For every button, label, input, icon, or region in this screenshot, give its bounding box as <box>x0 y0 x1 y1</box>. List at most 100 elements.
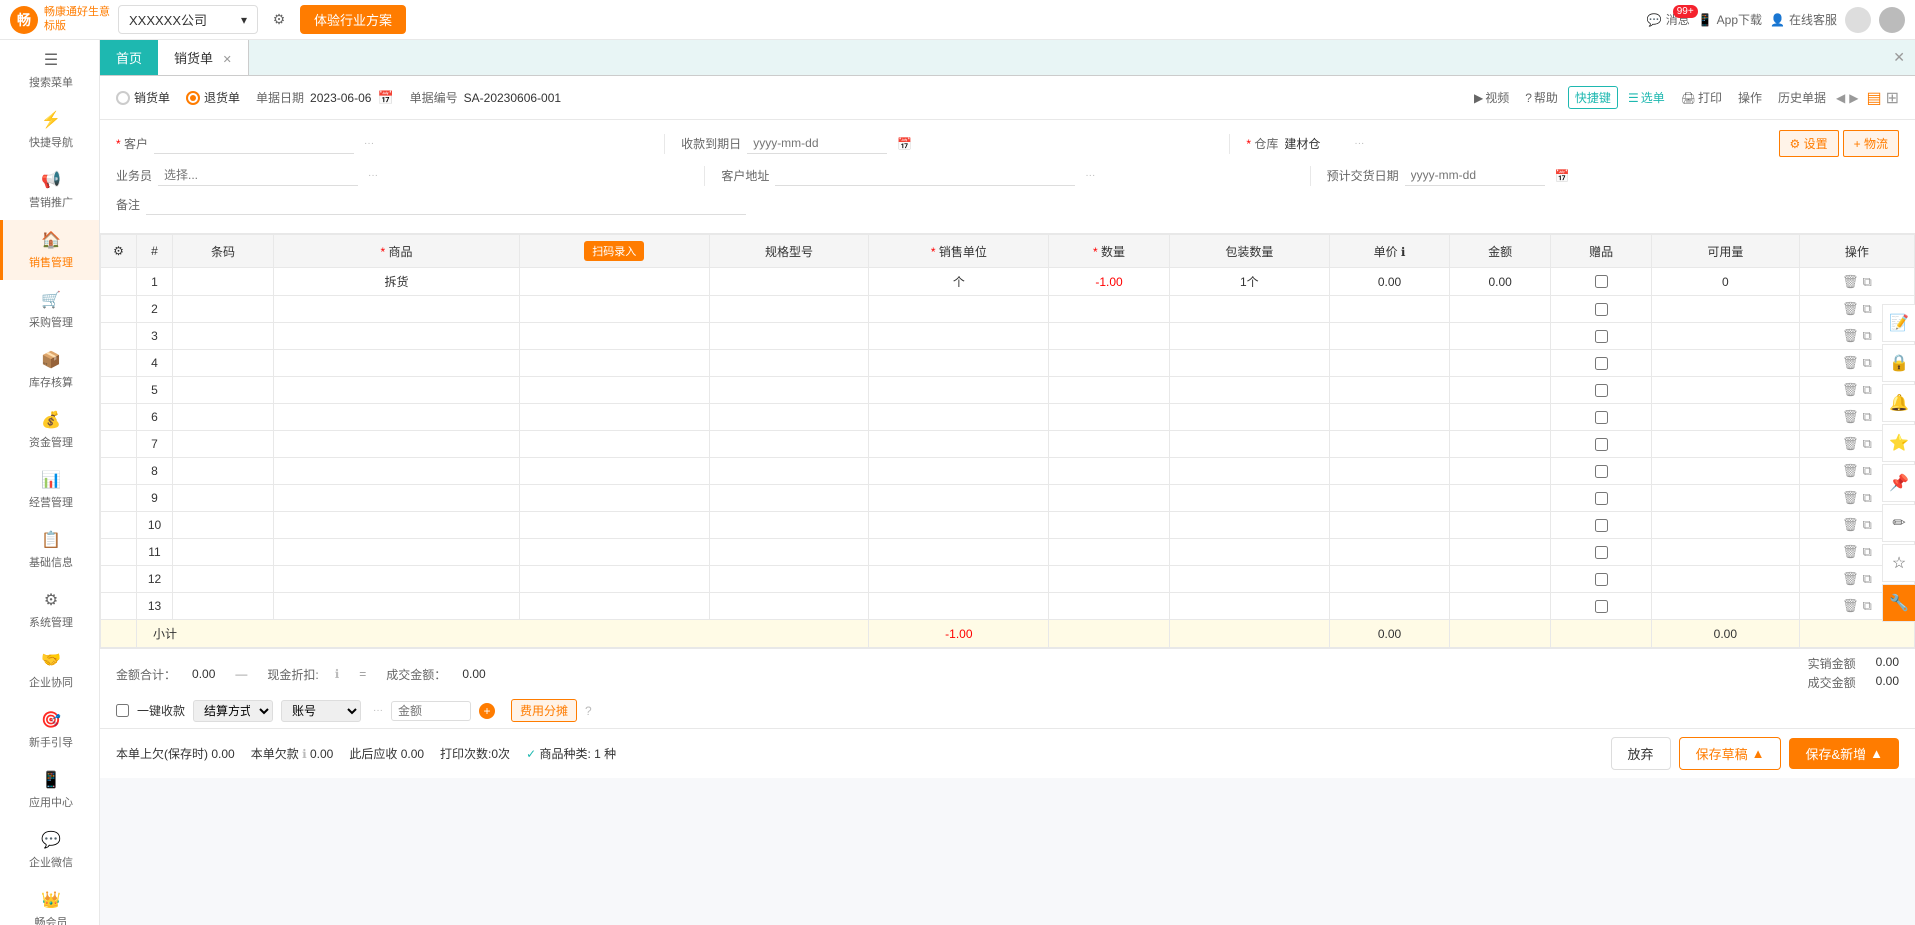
warehouse-dots[interactable]: ··· <box>1354 138 1364 149</box>
td-quantity-1[interactable]: -1.00 <box>1049 268 1170 296</box>
sidebar-item-search[interactable]: ☰ 搜索菜单 <box>0 40 99 100</box>
gift-checkbox-9[interactable] <box>1595 492 1608 505</box>
radio-return[interactable]: 退货单 <box>186 89 240 106</box>
sidebar-item-sales[interactable]: 🏠 销售管理 <box>0 220 99 280</box>
copy-icon-13[interactable]: ⧉ <box>1862 598 1871 614</box>
float-btn-2[interactable]: 🔒 <box>1882 344 1915 382</box>
date-value[interactable]: 2023-06-06 <box>310 91 371 105</box>
grid-view-icon[interactable]: ⊞ <box>1886 88 1899 108</box>
discount-info-icon[interactable]: ℹ <box>335 667 340 681</box>
customer-dots[interactable]: ··· <box>364 138 374 149</box>
delete-icon-2[interactable]: 🗑 <box>1842 301 1859 317</box>
help-btn[interactable]: ? 帮助 <box>1519 87 1564 108</box>
scan-btn[interactable]: 扫码录入 <box>584 241 644 261</box>
debt-info-icon[interactable]: ℹ <box>302 747 307 761</box>
address-dots[interactable]: ··· <box>1085 170 1095 181</box>
one-click-checkbox[interactable] <box>116 704 129 717</box>
address-input[interactable] <box>775 165 1075 186</box>
td-packqty-1[interactable]: 1个 <box>1169 268 1329 296</box>
gift-checkbox-1[interactable] <box>1595 275 1608 288</box>
tab-sales-order[interactable]: 销货单 ✕ <box>158 40 249 75</box>
td-unit-1[interactable]: 个 <box>869 268 1049 296</box>
delete-icon-12[interactable]: 🗑 <box>1842 571 1859 587</box>
warehouse-value[interactable]: 建材仓 <box>1284 135 1344 152</box>
float-btn-7[interactable]: ☆ <box>1882 544 1915 582</box>
float-btn-8[interactable]: 🔧 <box>1882 584 1915 622</box>
calendar3-icon[interactable]: 📅 <box>1555 169 1570 183</box>
delete-icon-4[interactable]: 🗑 <box>1842 355 1859 371</box>
delete-icon-1[interactable]: 🗑 <box>1842 274 1859 290</box>
sidebar-item-appstore[interactable]: 📱 应用中心 <box>0 760 99 820</box>
salesperson-input[interactable] <box>158 165 358 186</box>
float-btn-3[interactable]: 🔔 <box>1882 384 1915 422</box>
salesperson-dots[interactable]: ··· <box>368 170 378 181</box>
copy-icon-12[interactable]: ⧉ <box>1862 571 1871 587</box>
copy-icon-2[interactable]: ⧉ <box>1862 301 1871 317</box>
list-view-icon[interactable]: ▤ <box>1866 88 1881 108</box>
td-spec-1[interactable] <box>709 268 869 296</box>
account-dots[interactable]: ··· <box>373 705 383 716</box>
sidebar-item-base[interactable]: 📋 基础信息 <box>0 520 99 580</box>
th-settings[interactable]: ⚙ <box>101 235 137 268</box>
print-btn[interactable]: 🖨 打印 <box>1675 87 1728 108</box>
gift-checkbox-2[interactable] <box>1595 303 1608 316</box>
delete-icon-6[interactable]: 🗑 <box>1842 409 1859 425</box>
delete-icon-11[interactable]: 🗑 <box>1842 544 1859 560</box>
copy-icon-1[interactable]: ⧉ <box>1862 274 1871 290</box>
radio-sales[interactable]: 销货单 <box>116 89 170 106</box>
sidebar-item-guide[interactable]: 🎯 新手引导 <box>0 700 99 760</box>
save-new-btn[interactable]: 保存&新增 ▲ <box>1789 738 1899 769</box>
sidebar-item-enterprise[interactable]: 🤝 企业协同 <box>0 640 99 700</box>
gift-checkbox-6[interactable] <box>1595 411 1608 424</box>
account-select[interactable]: 账号 <box>281 700 361 722</box>
prev-icon[interactable]: ◀ <box>1836 91 1845 105</box>
payment-date-input[interactable] <box>747 133 887 154</box>
company-selector[interactable]: XXXXXX公司 ▾ <box>118 5 258 34</box>
sidebar-item-purchase[interactable]: 🛒 采购管理 <box>0 280 99 340</box>
add-payment-btn[interactable]: + <box>479 703 495 719</box>
copy-icon-5[interactable]: ⧉ <box>1862 382 1871 398</box>
gift-checkbox-13[interactable] <box>1595 600 1608 613</box>
logistics-btn[interactable]: + 物流 <box>1843 130 1899 157</box>
avatar[interactable] <box>1845 7 1871 33</box>
tab-close-icon[interactable]: ✕ <box>223 54 232 66</box>
trial-button[interactable]: 体验行业方案 <box>300 5 406 34</box>
delete-icon-9[interactable]: 🗑 <box>1842 490 1859 506</box>
calendar-icon[interactable]: 📅 <box>377 90 393 106</box>
save-draft-btn[interactable]: 保存草稿 ▲ <box>1679 737 1782 770</box>
delivery-input[interactable] <box>1405 165 1545 186</box>
settings-btn[interactable]: ⚙ 设置 <box>1779 130 1839 157</box>
td-amount-1[interactable]: 0.00 <box>1450 268 1551 296</box>
order-no-value[interactable]: SA-20230606-001 <box>464 91 561 105</box>
video-btn[interactable]: ▶ 视频 <box>1468 87 1515 108</box>
copy-icon-11[interactable]: ⧉ <box>1862 544 1871 560</box>
copy-icon-7[interactable]: ⧉ <box>1862 436 1871 452</box>
copy-icon-10[interactable]: ⧉ <box>1862 517 1871 533</box>
copy-icon-3[interactable]: ⧉ <box>1862 328 1871 344</box>
online-service-btn[interactable]: 👤 在线客服 <box>1770 11 1837 28</box>
customer-input[interactable] <box>154 133 354 154</box>
remark-input[interactable] <box>146 194 746 215</box>
sidebar-item-wechat[interactable]: 💬 企业微信 <box>0 820 99 880</box>
sidebar-item-operation[interactable]: 📊 经营管理 <box>0 460 99 520</box>
sidebar-item-member[interactable]: 👑 畅会员 <box>0 880 99 925</box>
settings-icon[interactable]: ⚙ <box>266 7 292 33</box>
gift-checkbox-8[interactable] <box>1595 465 1608 478</box>
delete-icon-13[interactable]: 🗑 <box>1842 598 1859 614</box>
payment-amount-input[interactable] <box>391 701 471 721</box>
float-btn-4[interactable]: ⭐ <box>1882 424 1915 462</box>
gift-checkbox-7[interactable] <box>1595 438 1608 451</box>
calendar2-icon[interactable]: 📅 <box>897 137 912 151</box>
td-gift-1[interactable] <box>1551 268 1652 296</box>
message-btn[interactable]: 💬 消息 99+ <box>1647 11 1690 28</box>
td-product-1[interactable]: 拆货 <box>273 268 519 296</box>
gift-checkbox-12[interactable] <box>1595 573 1608 586</box>
sidebar-item-system[interactable]: ⚙ 系统管理 <box>0 580 99 640</box>
close-icon[interactable]: ✕ <box>1893 49 1905 66</box>
fee-split-btn[interactable]: 费用分摊 <box>511 699 577 722</box>
gift-checkbox-4[interactable] <box>1595 357 1608 370</box>
delete-icon-10[interactable]: 🗑 <box>1842 517 1859 533</box>
delete-icon-7[interactable]: 🗑 <box>1842 436 1859 452</box>
operation-btn[interactable]: 操作 <box>1732 87 1768 108</box>
delete-icon-3[interactable]: 🗑 <box>1842 328 1859 344</box>
